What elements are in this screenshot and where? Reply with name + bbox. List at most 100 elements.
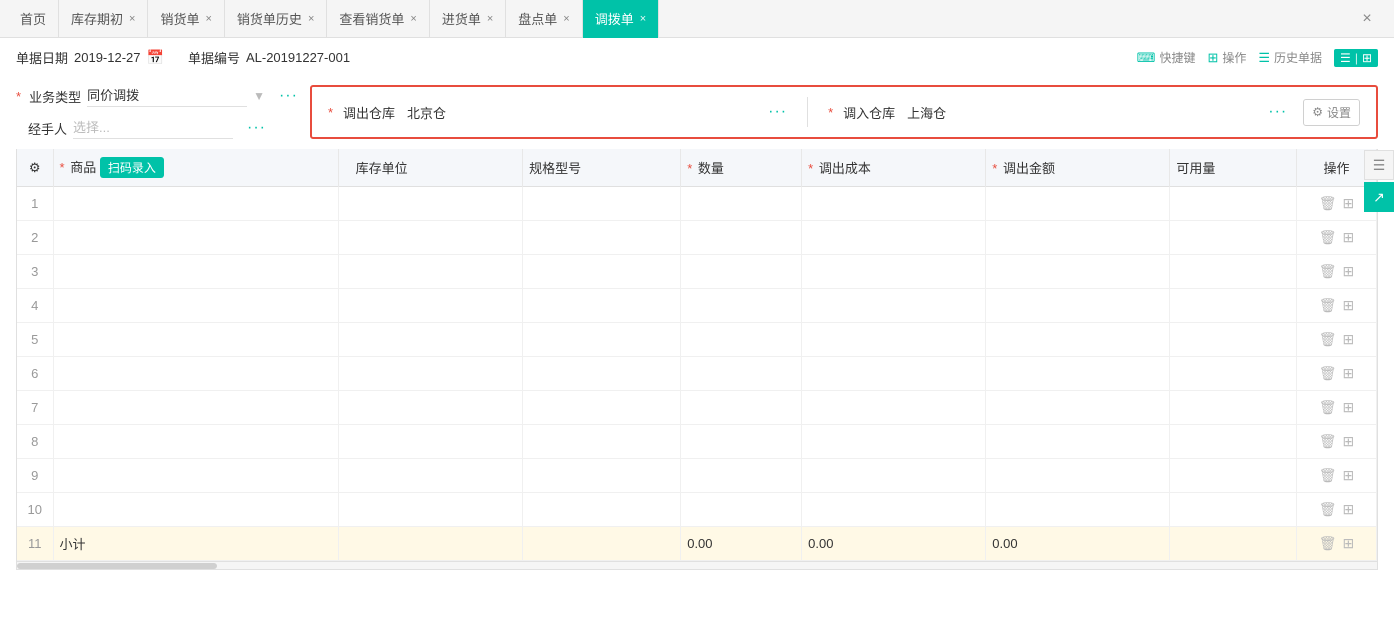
row-copy-icon[interactable]: ⊞	[1343, 365, 1355, 382]
tab-purchase-close[interactable]: ×	[487, 13, 493, 25]
tab-sales[interactable]: 销货单 ×	[148, 0, 224, 38]
row-delete-icon[interactable]: 🗑	[1319, 229, 1337, 246]
row-copy-icon[interactable]: ⊞	[1343, 229, 1355, 246]
row-product-cell[interactable]	[53, 255, 338, 289]
row-qty-cell[interactable]	[681, 391, 802, 425]
calendar-icon[interactable]: 📅	[147, 49, 164, 66]
sidebar-list-icon[interactable]: ☰	[1364, 150, 1394, 180]
operate-btn[interactable]: ⊞ 操作	[1207, 49, 1246, 66]
row-amount-cell[interactable]	[986, 255, 1170, 289]
row-delete-icon[interactable]: 🗑	[1319, 195, 1337, 212]
business-type-more-icon[interactable]: ···	[279, 87, 298, 105]
row-amount-cell[interactable]	[986, 221, 1170, 255]
tab-inventory-init-close[interactable]: ×	[129, 13, 135, 25]
row-delete-icon[interactable]: 🗑	[1319, 331, 1337, 348]
row-amount-cell[interactable]	[986, 323, 1170, 357]
row-delete-icon[interactable]: 🗑	[1319, 501, 1337, 518]
business-type-dropdown-icon[interactable]: ▼	[253, 89, 265, 103]
row-amount-cell[interactable]	[986, 289, 1170, 323]
tab-view-sales-close[interactable]: ×	[410, 13, 416, 25]
row-qty-cell[interactable]	[681, 493, 802, 527]
row-delete-icon[interactable]: 🗑	[1319, 535, 1337, 552]
tab-inventory-close[interactable]: ×	[563, 13, 569, 25]
shortcut-btn[interactable]: ⌨ 快捷键	[1137, 49, 1196, 66]
row-cost-cell[interactable]	[802, 459, 986, 493]
row-delete-icon[interactable]: 🗑	[1319, 467, 1337, 484]
row-copy-icon[interactable]: ⊞	[1343, 263, 1355, 280]
row-product-cell[interactable]	[53, 459, 338, 493]
row-product-cell[interactable]	[53, 425, 338, 459]
row-product-cell[interactable]	[53, 391, 338, 425]
history-btn[interactable]: ☰ 历史单据	[1258, 49, 1322, 66]
agent-more-icon[interactable]: ···	[247, 119, 266, 137]
scroll-bar[interactable]	[17, 561, 1377, 569]
tab-sales-history-close[interactable]: ×	[308, 13, 314, 25]
row-cost-cell[interactable]	[802, 187, 986, 221]
row-product-cell[interactable]	[53, 493, 338, 527]
tab-transfer-close[interactable]: ×	[640, 13, 646, 25]
row-qty-cell[interactable]	[681, 221, 802, 255]
row-amount-cell[interactable]	[986, 187, 1170, 221]
row-qty-cell[interactable]	[681, 255, 802, 289]
row-cost-cell[interactable]	[802, 357, 986, 391]
row-product-cell[interactable]	[53, 221, 338, 255]
row-copy-icon[interactable]: ⊞	[1343, 433, 1355, 450]
row-qty-cell[interactable]	[681, 289, 802, 323]
tab-sales-history[interactable]: 销货单历史 ×	[225, 0, 327, 38]
sidebar-external-icon[interactable]: ↗	[1364, 182, 1394, 212]
row-qty-cell[interactable]	[681, 187, 802, 221]
row-amount-cell[interactable]	[986, 425, 1170, 459]
tab-purchase[interactable]: 进货单 ×	[430, 0, 506, 38]
row-delete-icon[interactable]: 🗑	[1319, 433, 1337, 450]
row-qty-cell[interactable]	[681, 459, 802, 493]
date-value[interactable]: 2019-12-27	[74, 50, 141, 65]
warehouse-out-more-icon[interactable]: ···	[768, 103, 787, 121]
warehouse-in-value[interactable]: 上海仓	[907, 103, 946, 122]
row-amount-cell[interactable]	[986, 493, 1170, 527]
row-qty-cell[interactable]	[681, 323, 802, 357]
row-qty-cell[interactable]	[681, 357, 802, 391]
row-qty-cell[interactable]	[681, 425, 802, 459]
close-window-button[interactable]: ×	[1348, 0, 1386, 38]
warehouse-settings-btn[interactable]: ⚙ 设置	[1303, 99, 1360, 126]
row-cost-cell[interactable]	[802, 255, 986, 289]
row-cost-cell[interactable]	[802, 323, 986, 357]
row-amount-cell[interactable]	[986, 391, 1170, 425]
row-delete-icon[interactable]: 🗑	[1319, 399, 1337, 416]
row-copy-icon[interactable]: ⊞	[1343, 535, 1355, 552]
row-product-cell[interactable]	[53, 357, 338, 391]
row-product-cell[interactable]	[53, 289, 338, 323]
row-amount-cell[interactable]	[986, 459, 1170, 493]
tab-sales-close[interactable]: ×	[205, 13, 211, 25]
scan-btn[interactable]: 扫码录入	[100, 157, 164, 178]
row-cost-cell[interactable]	[802, 289, 986, 323]
tab-inventory-init[interactable]: 库存期初 ×	[59, 0, 148, 38]
tab-view-sales[interactable]: 查看销货单 ×	[327, 0, 429, 38]
row-amount-cell[interactable]	[986, 357, 1170, 391]
row-cost-cell[interactable]	[802, 221, 986, 255]
agent-select[interactable]: 选择...	[73, 117, 233, 139]
row-product-cell[interactable]	[53, 323, 338, 357]
tab-inventory[interactable]: 盘点单 ×	[506, 0, 582, 38]
row-delete-icon[interactable]: 🗑	[1319, 263, 1337, 280]
row-copy-icon[interactable]: ⊞	[1343, 501, 1355, 518]
row-product-cell[interactable]	[53, 187, 338, 221]
row-cost-cell[interactable]	[802, 425, 986, 459]
settings-active-btn[interactable]: ☰ | ⊞	[1334, 49, 1378, 67]
row-copy-icon[interactable]: ⊞	[1343, 399, 1355, 416]
row-delete-icon[interactable]: 🗑	[1319, 297, 1337, 314]
business-type-select[interactable]: 同价调拨	[87, 85, 247, 107]
col-gear[interactable]: ⚙	[17, 149, 53, 187]
tab-transfer[interactable]: 调拨单 ×	[583, 0, 659, 38]
row-cost-cell[interactable]	[802, 493, 986, 527]
row-copy-icon[interactable]: ⊞	[1343, 467, 1355, 484]
row-delete-icon[interactable]: 🗑	[1319, 365, 1337, 382]
row-copy-icon[interactable]: ⊞	[1343, 195, 1355, 212]
tab-home[interactable]: 首页	[8, 0, 59, 38]
table-row: 1 🗑 ⊞	[17, 187, 1377, 221]
warehouse-in-more-icon[interactable]: ···	[1268, 103, 1287, 121]
row-copy-icon[interactable]: ⊞	[1343, 297, 1355, 314]
warehouse-out-value[interactable]: 北京仓	[407, 103, 446, 122]
row-cost-cell[interactable]	[802, 391, 986, 425]
row-copy-icon[interactable]: ⊞	[1343, 331, 1355, 348]
